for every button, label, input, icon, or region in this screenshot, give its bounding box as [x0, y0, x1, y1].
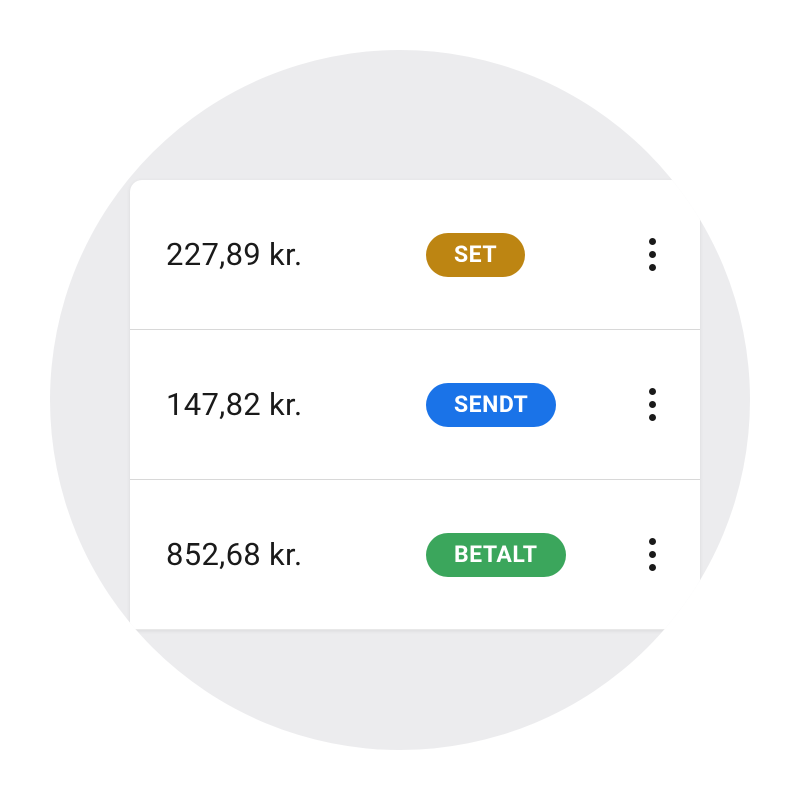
transaction-row[interactable]: 227,89 kr. SET — [130, 180, 700, 330]
transaction-row[interactable]: 852,68 kr. BETALT — [130, 480, 700, 630]
transaction-amount: 227,89 kr. — [166, 236, 426, 273]
status-badge-sendt: SENDT — [426, 383, 556, 427]
circle-background: 227,89 kr. SET 147,82 kr. SENDT 852,68 k… — [50, 50, 750, 750]
status-badge-betalt: BETALT — [426, 533, 566, 577]
transactions-card: 227,89 kr. SET 147,82 kr. SENDT 852,68 k… — [130, 180, 700, 630]
transaction-amount: 147,82 kr. — [166, 386, 426, 423]
status-badge-set: SET — [426, 233, 525, 277]
more-vertical-icon[interactable] — [632, 535, 672, 575]
transaction-amount: 852,68 kr. — [166, 536, 426, 573]
transaction-row[interactable]: 147,82 kr. SENDT — [130, 330, 700, 480]
more-vertical-icon[interactable] — [632, 235, 672, 275]
more-vertical-icon[interactable] — [632, 385, 672, 425]
